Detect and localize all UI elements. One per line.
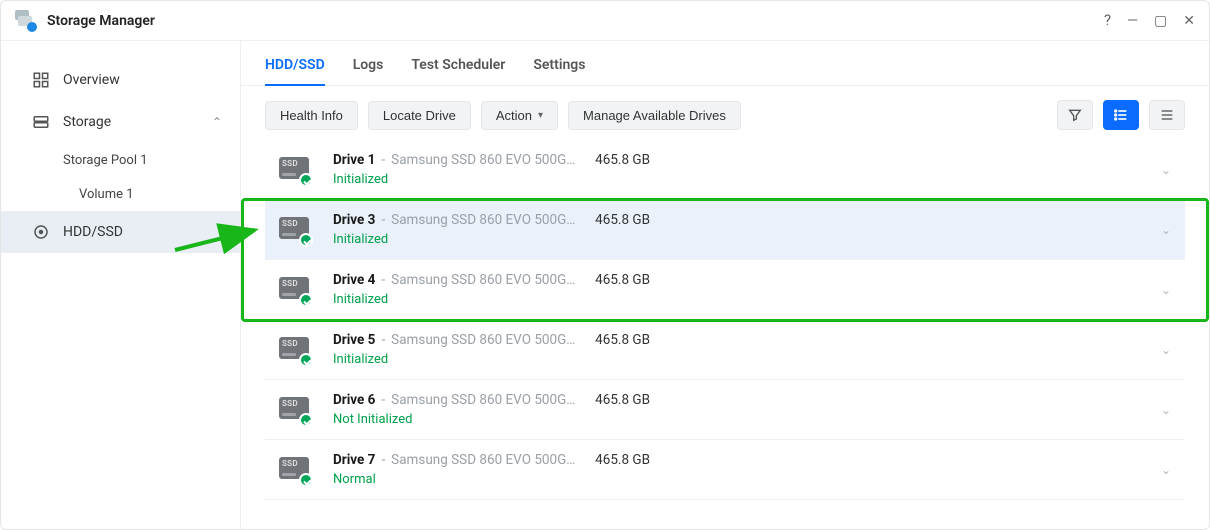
chevron-down-icon[interactable]: ⌄ — [1153, 463, 1179, 477]
caret-down-icon: ▾ — [538, 110, 543, 121]
window-controls: ? — ▢ ✕ — [1104, 13, 1195, 28]
sidebar-item-label: Storage Pool 1 — [63, 153, 148, 168]
drive-size: 465.8 GB — [595, 152, 650, 168]
drive-size: 465.8 GB — [595, 452, 650, 468]
chevron-down-icon[interactable]: ⌄ — [1153, 403, 1179, 417]
drive-size: 465.8 GB — [595, 212, 650, 228]
ssd-icon — [277, 335, 313, 365]
drive-status: Initialized — [333, 232, 650, 247]
close-icon[interactable]: ✕ — [1183, 14, 1195, 28]
drive-list: Drive 1 - Samsung SSD 860 EVO 500GB … 46… — [241, 140, 1209, 529]
chevron-down-icon[interactable]: ⌄ — [1153, 223, 1179, 237]
sidebar-item-label: Overview — [63, 72, 120, 88]
drive-info: Drive 4 - Samsung SSD 860 EVO 500GB … 46… — [333, 272, 650, 307]
ssd-icon — [277, 275, 313, 305]
sidebar-item-volume-1[interactable]: Volume 1 — [1, 177, 240, 211]
app-icon — [15, 10, 37, 32]
separator: - — [381, 452, 385, 468]
drive-row[interactable]: Drive 7 - Samsung SSD 860 EVO 500GB … 46… — [265, 440, 1185, 500]
drive-name: Drive 7 — [333, 452, 375, 468]
drive-name: Drive 6 — [333, 392, 375, 408]
drive-name: Drive 4 — [333, 272, 375, 288]
sidebar-item-hdd-ssd[interactable]: HDD/SSD — [1, 211, 240, 253]
drive-name: Drive 5 — [333, 332, 375, 348]
drive-size: 465.8 GB — [595, 392, 650, 408]
separator: - — [381, 332, 385, 348]
main: HDD/SSD Logs Test Scheduler Settings Hea… — [241, 41, 1209, 529]
chevron-down-icon[interactable]: ⌄ — [1153, 343, 1179, 357]
body: Overview Storage ⌃ Storage Pool 1 Volume… — [1, 41, 1209, 529]
sidebar-item-label: Storage — [63, 114, 111, 130]
drive-info: Drive 3 - Samsung SSD 860 EVO 500GB … 46… — [333, 212, 650, 247]
drive-row[interactable]: Drive 1 - Samsung SSD 860 EVO 500GB … 46… — [265, 140, 1185, 200]
tab-logs[interactable]: Logs — [353, 57, 384, 85]
chevron-down-icon[interactable]: ⌄ — [1153, 283, 1179, 297]
tab-test-scheduler[interactable]: Test Scheduler — [411, 57, 505, 85]
view-compact-button[interactable] — [1149, 100, 1185, 130]
action-button-label: Action — [496, 108, 532, 123]
ssd-icon — [277, 455, 313, 485]
tab-settings[interactable]: Settings — [533, 57, 585, 85]
drive-row[interactable]: Drive 4 - Samsung SSD 860 EVO 500GB … 46… — [265, 260, 1185, 320]
chevron-down-icon[interactable]: ⌄ — [1153, 163, 1179, 177]
manage-available-drives-button[interactable]: Manage Available Drives — [568, 101, 741, 130]
drive-info: Drive 5 - Samsung SSD 860 EVO 500GB … 46… — [333, 332, 650, 367]
drive-size: 465.8 GB — [595, 272, 650, 288]
action-button[interactable]: Action ▾ — [481, 101, 558, 130]
ssd-icon — [277, 215, 313, 245]
sidebar-item-label: Volume 1 — [79, 187, 134, 202]
minimize-icon[interactable]: — — [1127, 14, 1138, 28]
drive-model: Samsung SSD 860 EVO 500GB … — [391, 332, 581, 348]
titlebar: Storage Manager ? — ▢ ✕ — [1, 1, 1209, 41]
drive-row[interactable]: Drive 6 - Samsung SSD 860 EVO 500GB … 46… — [265, 380, 1185, 440]
ssd-icon — [277, 395, 313, 425]
hdd-icon — [31, 223, 51, 241]
drive-status: Normal — [333, 472, 650, 487]
maximize-icon[interactable]: ▢ — [1154, 14, 1167, 28]
tabs: HDD/SSD Logs Test Scheduler Settings — [241, 41, 1209, 86]
drive-model: Samsung SSD 860 EVO 500GB … — [391, 272, 581, 288]
drive-model: Samsung SSD 860 EVO 500GB … — [391, 392, 581, 408]
separator: - — [381, 392, 385, 408]
drive-status: Initialized — [333, 172, 650, 187]
view-list-button[interactable] — [1103, 100, 1139, 130]
dashboard-icon — [31, 71, 51, 89]
chevron-up-icon: ⌃ — [212, 115, 222, 129]
sidebar: Overview Storage ⌃ Storage Pool 1 Volume… — [1, 41, 241, 529]
drive-row[interactable]: Drive 5 - Samsung SSD 860 EVO 500GB … 46… — [265, 320, 1185, 380]
toolbar: Health Info Locate Drive Action ▾ Manage… — [241, 86, 1209, 140]
separator: - — [381, 212, 385, 228]
filter-button[interactable] — [1057, 100, 1093, 130]
drive-status: Not Initialized — [333, 412, 650, 427]
tab-hdd-ssd[interactable]: HDD/SSD — [265, 57, 325, 85]
drive-info: Drive 1 - Samsung SSD 860 EVO 500GB … 46… — [333, 152, 650, 187]
drive-status: Initialized — [333, 352, 650, 367]
sidebar-item-storage-pool-1[interactable]: Storage Pool 1 — [1, 143, 240, 177]
drive-model: Samsung SSD 860 EVO 500GB … — [391, 152, 581, 168]
health-info-button[interactable]: Health Info — [265, 101, 358, 130]
storage-icon — [31, 113, 51, 131]
drive-info: Drive 7 - Samsung SSD 860 EVO 500GB … 46… — [333, 452, 650, 487]
sidebar-item-label: HDD/SSD — [63, 224, 123, 240]
drive-info: Drive 6 - Samsung SSD 860 EVO 500GB … 46… — [333, 392, 650, 427]
drive-name: Drive 3 — [333, 212, 375, 228]
separator: - — [381, 152, 385, 168]
window: Storage Manager ? — ▢ ✕ Overview Storage — [0, 0, 1210, 530]
ssd-icon — [277, 155, 313, 185]
drive-model: Samsung SSD 860 EVO 500GB … — [391, 452, 581, 468]
drive-row[interactable]: Drive 3 - Samsung SSD 860 EVO 500GB … 46… — [265, 200, 1185, 260]
drive-size: 465.8 GB — [595, 332, 650, 348]
help-icon[interactable]: ? — [1104, 13, 1111, 28]
sidebar-item-overview[interactable]: Overview — [1, 59, 240, 101]
drive-model: Samsung SSD 860 EVO 500GB … — [391, 212, 581, 228]
separator: - — [381, 272, 385, 288]
sidebar-item-storage[interactable]: Storage ⌃ — [1, 101, 240, 143]
drive-name: Drive 1 — [333, 152, 375, 168]
locate-drive-button[interactable]: Locate Drive — [368, 101, 471, 130]
app-title: Storage Manager — [47, 13, 155, 29]
drive-status: Initialized — [333, 292, 650, 307]
